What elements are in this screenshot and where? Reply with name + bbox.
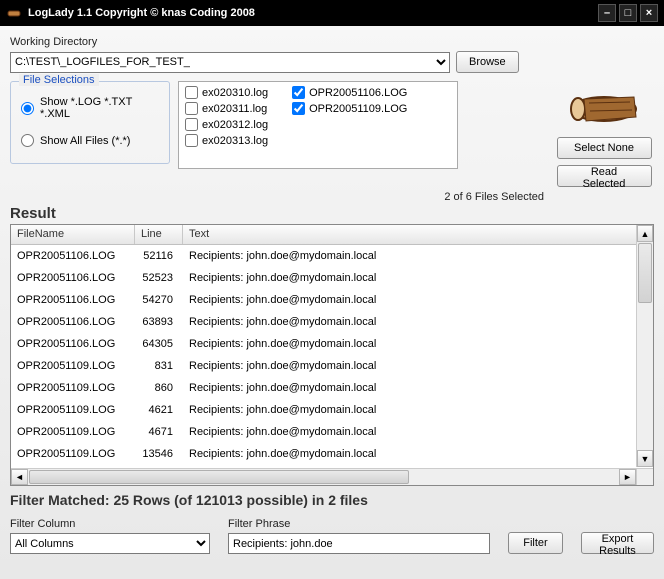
table-row[interactable]: OPR20051109.LOG831Recipients: john.doe@m… (11, 355, 653, 377)
minimize-button[interactable]: – (598, 4, 616, 22)
radio-log-txt-xml[interactable]: Show *.LOG *.TXT *.XML (21, 96, 159, 120)
file-list-item[interactable]: ex020312.log (185, 118, 268, 131)
file-selections-legend: File Selections (19, 74, 99, 86)
read-selected-button[interactable]: Read Selected (557, 165, 652, 187)
radio-all-files[interactable]: Show All Files (*.*) (21, 134, 159, 147)
table-row[interactable]: OPR20051109.LOG4621Recipients: john.doe@… (11, 399, 653, 421)
maximize-button[interactable]: □ (619, 4, 637, 22)
table-row[interactable]: OPR20051106.LOG54270Recipients: john.doe… (11, 289, 653, 311)
file-list-item[interactable]: ex020310.log (185, 86, 268, 99)
table-row[interactable]: OPR20051106.LOG64305Recipients: john.doe… (11, 333, 653, 355)
table-row[interactable]: OPR20051109.LOG4671Recipients: john.doe@… (11, 421, 653, 443)
log-illustration (564, 81, 644, 127)
scroll-right-icon[interactable]: ► (619, 469, 636, 485)
filter-matched-status: Filter Matched: 25 Rows (of 121013 possi… (10, 492, 654, 508)
close-button[interactable]: × (640, 4, 658, 22)
filter-column-label: Filter Column (10, 518, 210, 530)
result-table: FileName Line Text OPR20051106.LOG52116R… (10, 224, 654, 486)
filter-phrase-label: Filter Phrase (228, 518, 490, 530)
file-list: ex020310.log ex020311.log ex020312.log ex02… (178, 81, 458, 169)
working-directory-label: Working Directory (10, 36, 654, 48)
file-selections-group: File Selections Show *.LOG *.TXT *.XML S… (10, 81, 170, 164)
table-header: FileName Line Text (11, 225, 653, 245)
file-list-item[interactable]: ex020311.log (185, 102, 268, 115)
file-list-item[interactable]: ex020313.log (185, 134, 268, 147)
files-selected-status: 2 of 6 Files Selected (10, 191, 544, 203)
titlebar: LogLady 1.1 Copyright © knas Coding 2008… (0, 0, 664, 26)
col-filename[interactable]: FileName (11, 225, 135, 244)
select-none-button[interactable]: Select None (557, 137, 652, 159)
vertical-scrollbar[interactable]: ▲ ▼ (636, 225, 653, 467)
result-label: Result (10, 205, 654, 222)
col-text[interactable]: Text (183, 225, 653, 244)
scroll-up-icon[interactable]: ▲ (637, 225, 653, 242)
export-results-button[interactable]: Export Results (581, 532, 654, 554)
filter-column-select[interactable]: All Columns (10, 533, 210, 554)
app-icon (6, 5, 22, 21)
col-line[interactable]: Line (135, 225, 183, 244)
table-row[interactable]: OPR20051109.LOG860Recipients: john.doe@m… (11, 377, 653, 399)
table-row[interactable]: OPR20051109.LOG13546Recipients: john.doe… (11, 443, 653, 465)
table-row[interactable]: OPR20051106.LOG52116Recipients: john.doe… (11, 245, 653, 267)
horizontal-scrollbar[interactable]: ◄ ► (11, 468, 636, 485)
window-title: LogLady 1.1 Copyright © knas Coding 2008 (28, 7, 598, 19)
filter-button[interactable]: Filter (508, 532, 563, 554)
file-list-item[interactable]: OPR20051109.LOG (292, 102, 407, 115)
scroll-left-icon[interactable]: ◄ (11, 469, 28, 485)
working-directory-select[interactable]: C:\TEST\_LOGFILES_FOR_TEST_ (10, 52, 450, 73)
filter-phrase-input[interactable] (228, 533, 490, 554)
vscroll-thumb[interactable] (638, 243, 652, 303)
hscroll-thumb[interactable] (29, 470, 409, 484)
scroll-down-icon[interactable]: ▼ (637, 450, 653, 467)
file-list-item[interactable]: OPR20051106.LOG (292, 86, 407, 99)
table-row[interactable]: OPR20051106.LOG52523Recipients: john.doe… (11, 267, 653, 289)
table-row[interactable]: OPR20051106.LOG63893Recipients: john.doe… (11, 311, 653, 333)
browse-button[interactable]: Browse (456, 51, 519, 73)
